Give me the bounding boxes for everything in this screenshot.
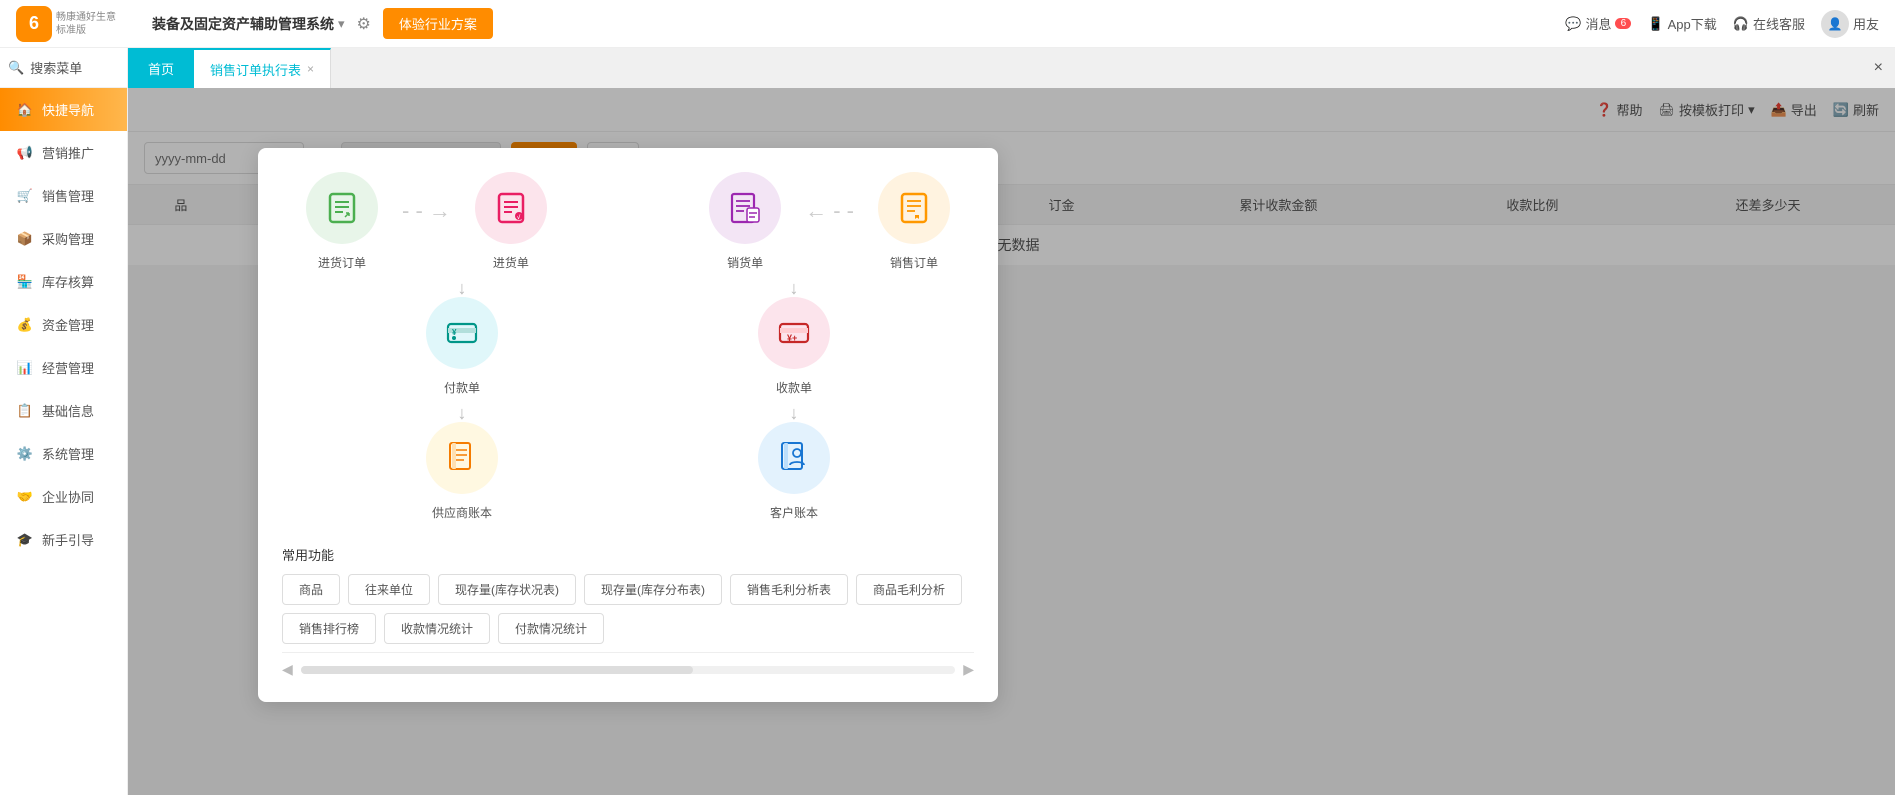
logo-text: 畅康通好生意 标准版: [56, 11, 116, 37]
arrow-down-supplier: ↓: [458, 404, 467, 422]
func-btn-6[interactable]: 销售排行榜: [282, 613, 376, 644]
svg-text:¥: ¥: [452, 328, 457, 337]
tab-home[interactable]: 首页: [128, 48, 194, 88]
payment-node[interactable]: ¥ 付款单: [402, 297, 522, 396]
sales-bill-icon: [709, 172, 781, 244]
supplier-ledger-node[interactable]: 供应商账本: [402, 422, 522, 521]
purchase-bill-icon: √: [475, 172, 547, 244]
new-guide-icon: 🎓: [16, 531, 34, 549]
sidebar-item-inventory[interactable]: 🏪 库存核算: [0, 260, 127, 303]
inventory-icon: 🏪: [16, 273, 34, 291]
supplier-ledger-icon: [426, 422, 498, 494]
tab-sales-order[interactable]: 销售订单执行表 ×: [194, 48, 331, 88]
search-icon: 🔍: [8, 60, 24, 76]
message-icon: 💬: [1565, 16, 1581, 32]
tab-close-icon[interactable]: ×: [307, 62, 314, 76]
purchase-order-icon: [306, 172, 378, 244]
scroll-bar-thumb: [301, 666, 694, 674]
tab-bar: 首页 销售订单执行表 × ×: [128, 48, 1895, 88]
func-btn-4[interactable]: 销售毛利分析表: [730, 574, 848, 605]
sidebar-item-sales[interactable]: 🛒 销售管理: [0, 174, 127, 217]
sidebar-item-finance[interactable]: 💰 资金管理: [0, 303, 127, 346]
sidebar-menu: 🏠 快捷导航 📢 营销推广 🛒 销售管理 📦 采购管理 🏪 库存核: [0, 88, 127, 795]
purchase-icon: 📦: [16, 230, 34, 248]
app-download-btn[interactable]: 📱 App下载: [1647, 14, 1716, 33]
purchase-bill-node[interactable]: √ 进货单: [451, 172, 571, 271]
scroll-bar-track: [301, 666, 955, 674]
sidebar-item-purchase[interactable]: 📦 采购管理: [0, 217, 127, 260]
svg-text:¥+: ¥+: [787, 333, 797, 343]
search-menu-btn[interactable]: 🔍 搜索菜单: [0, 48, 127, 88]
user-area[interactable]: 👤 用友: [1821, 10, 1879, 38]
logo-icon: 6: [16, 6, 52, 42]
sidebar-item-quick-nav[interactable]: 🏠 快捷导航: [0, 88, 127, 131]
sys-dropdown-icon[interactable]: ▾: [338, 16, 345, 32]
sidebar-item-operations[interactable]: 📊 经营管理: [0, 346, 127, 389]
arrow-sales: ← - -: [805, 198, 854, 224]
purchase-order-node[interactable]: 进货订单: [282, 172, 402, 271]
sys-title: 装备及固定资产辅助管理系统: [152, 14, 334, 34]
sidebar-item-new-guide[interactable]: 🎓 新手引导: [0, 518, 127, 561]
receipt-node[interactable]: ¥+ 收款单: [734, 297, 854, 396]
func-btn-7[interactable]: 收款情况统计: [384, 613, 490, 644]
finance-icon: 💰: [16, 316, 34, 334]
operations-icon: 📊: [16, 359, 34, 377]
sidebar-item-basic-info[interactable]: 📋 基础信息: [0, 389, 127, 432]
experience-btn[interactable]: 体验行业方案: [383, 8, 493, 39]
popup-box: 进货订单 - - → √: [258, 148, 998, 702]
scroll-right-icon[interactable]: ▶: [963, 661, 974, 678]
tab-close-all-btn[interactable]: ×: [1862, 48, 1895, 88]
func-btn-5[interactable]: 商品毛利分析: [856, 574, 962, 605]
common-functions-section: 常用功能 商品往来单位现存量(库存状况表) 现存量(库存分布表) 销售毛利分析表商品…: [282, 545, 974, 644]
page-content: ❓ 帮助 🖨 按模板打印 ▾ 📤 导出 🔄 刷新: [128, 88, 1895, 795]
enterprise-icon: 🤝: [16, 488, 34, 506]
customer-ledger-icon: [758, 422, 830, 494]
scroll-left-icon[interactable]: ◀: [282, 661, 293, 678]
message-badge: 6: [1615, 18, 1631, 29]
sidebar-item-sys-mgmt[interactable]: ⚙️ 系统管理: [0, 432, 127, 475]
sidebar-item-marketing[interactable]: 📢 营销推广: [0, 131, 127, 174]
sales-bill-node[interactable]: 销货单: [685, 172, 805, 271]
func-btn-3[interactable]: 现存量(库存分布表): [584, 574, 722, 605]
receipt-icon: ¥+: [758, 297, 830, 369]
online-service-btn[interactable]: 🎧 在线客服: [1733, 14, 1805, 33]
sys-title-area: 装备及固定资产辅助管理系统 ▾ ⚙ 体验行业方案: [152, 8, 1565, 39]
func-btn-1[interactable]: 往来单位: [348, 574, 430, 605]
sidebar-item-enterprise[interactable]: 🤝 企业协同: [0, 475, 127, 518]
marketing-icon: 📢: [16, 144, 34, 162]
sales-icon: 🛒: [16, 187, 34, 205]
func-btn-8[interactable]: 付款情况统计: [498, 613, 604, 644]
func-grid: 商品往来单位现存量(库存状况表) 现存量(库存分布表) 销售毛利分析表商品毛利分析销…: [282, 574, 974, 644]
arrow-down-payment: ↓: [458, 279, 467, 297]
content-area: 首页 销售订单执行表 × × ❓ 帮助 🖨: [128, 48, 1895, 795]
download-icon: 📱: [1647, 16, 1663, 32]
customer-ledger-node[interactable]: 客户账本: [734, 422, 854, 521]
avatar: 👤: [1821, 10, 1849, 38]
arrow-down-customer: ↓: [790, 404, 799, 422]
logo: 6 畅康通好生意 标准版: [16, 6, 144, 42]
arrow-purchase: - - →: [402, 198, 451, 224]
func-btn-0[interactable]: 商品: [282, 574, 340, 605]
arrow-down-receipt: ↓: [790, 279, 799, 297]
message-btn[interactable]: 💬 消息 6: [1565, 14, 1631, 33]
flow-diagram: 进货订单 - - → √: [282, 172, 974, 521]
sys-mgmt-icon: ⚙️: [16, 445, 34, 463]
basic-info-icon: 📋: [16, 402, 34, 420]
func-btn-2[interactable]: 现存量(库存状况表): [438, 574, 576, 605]
payment-icon: ¥: [426, 297, 498, 369]
popup-scroll: ◀ ▶: [282, 652, 974, 678]
quick-nav-icon: 🏠: [16, 101, 34, 119]
sales-order-node[interactable]: 销售订单: [854, 172, 974, 271]
sales-order-icon: [878, 172, 950, 244]
service-icon: 🎧: [1733, 16, 1749, 32]
sidebar: 🔍 搜索菜单 🏠 快捷导航 📢 营销推广 🛒 销售管理 📦: [0, 48, 128, 795]
top-right: 💬 消息 6 📱 App下载 🎧 在线客服 👤 用友: [1565, 10, 1879, 38]
common-functions-title: 常用功能: [282, 545, 974, 564]
gear-icon[interactable]: ⚙: [357, 14, 371, 34]
